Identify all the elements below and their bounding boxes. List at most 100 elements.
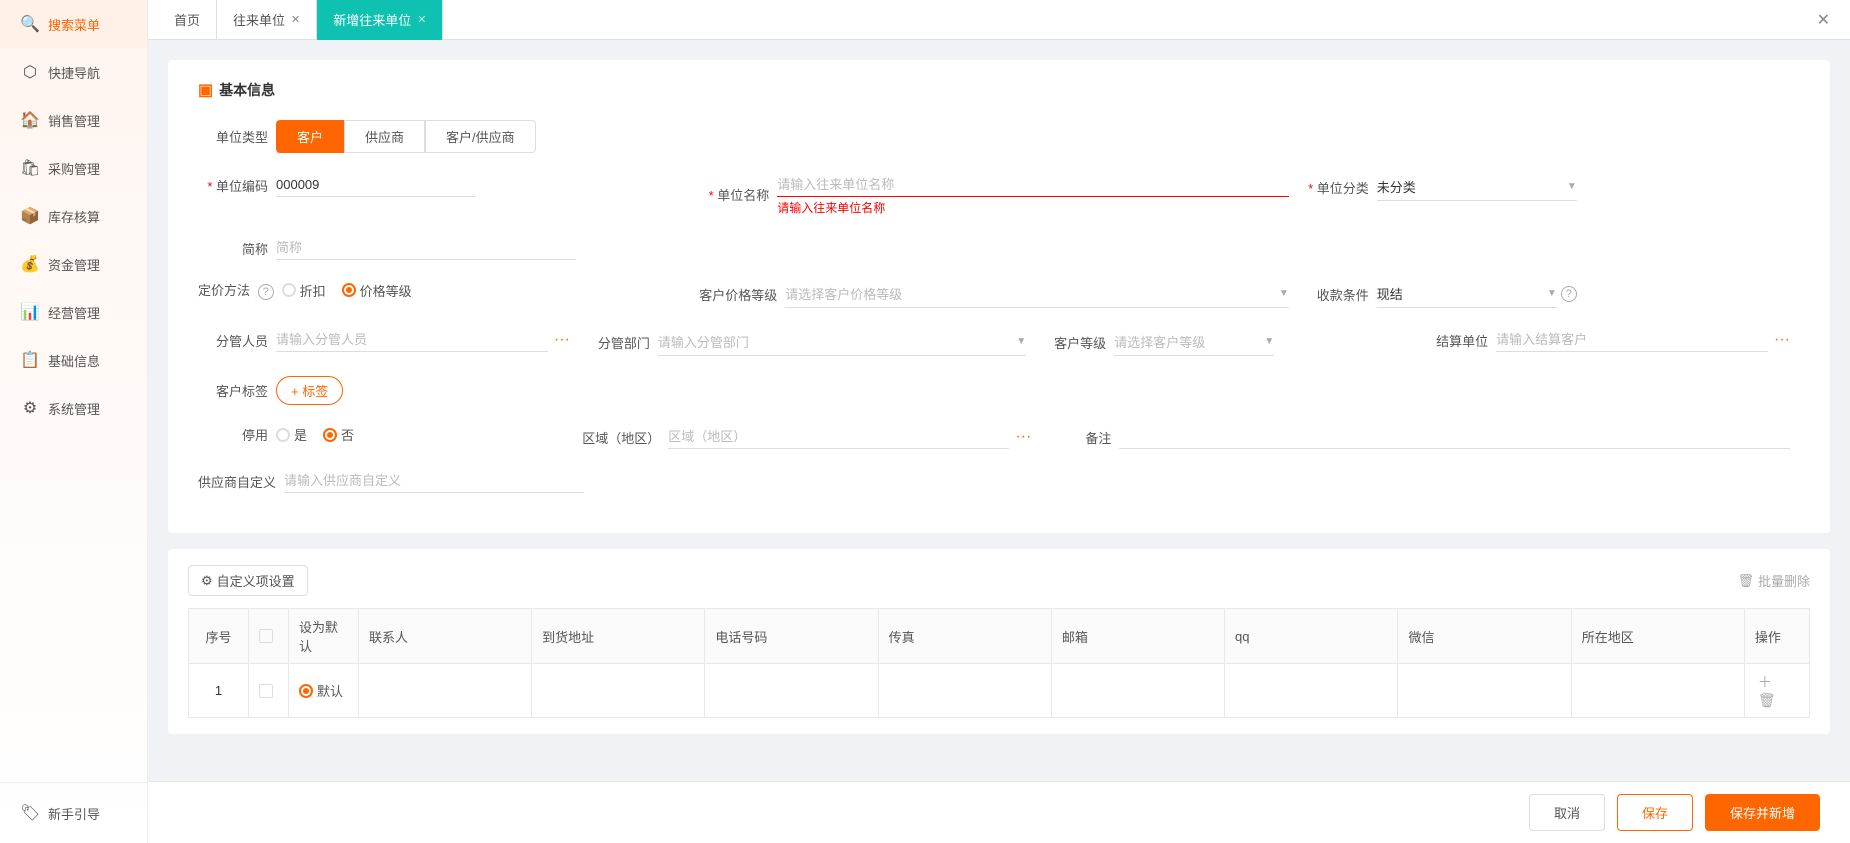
unit-code-input[interactable]	[276, 173, 476, 197]
row-checkbox[interactable]	[259, 684, 273, 698]
type-btn-both[interactable]: 客户/供应商	[425, 120, 536, 153]
settlement-unit-input[interactable]	[1496, 328, 1768, 352]
tab-partners[interactable]: 往来单位 ✕	[217, 0, 317, 40]
address-input[interactable]	[542, 683, 694, 698]
wechat-input[interactable]	[1408, 683, 1560, 698]
system-icon: ⚙	[20, 398, 40, 418]
cell-address[interactable]	[532, 664, 705, 718]
tab-home[interactable]: 首页	[158, 0, 217, 40]
row-default-radio[interactable]: 默认	[299, 681, 348, 700]
gear-icon: ⚙	[201, 573, 213, 589]
supplier-custom-input[interactable]	[284, 469, 584, 493]
remark-field: 备注	[1041, 425, 1790, 449]
cell-area[interactable]	[1571, 664, 1744, 718]
manager-label: 分管人员	[198, 331, 268, 350]
delete-row-btn[interactable]: 🗑	[1758, 692, 1776, 708]
sidebar-item-basic[interactable]: 📋 基础信息	[0, 336, 147, 384]
abbr-input[interactable]	[276, 236, 576, 260]
pricing-price-level[interactable]: 价格等级	[342, 281, 412, 300]
manager-row: 分管人员 ··· 分管部门 请输入分管部门 ▼ 客户等级 请选择客户等级 ▼	[198, 328, 1800, 356]
col-email: 邮箱	[1051, 609, 1224, 664]
cancel-button[interactable]: 取消	[1529, 794, 1605, 831]
add-row-btn[interactable]: ＋	[1758, 674, 1772, 690]
pricing-help-icon[interactable]: ?	[258, 284, 274, 300]
cell-contact[interactable]	[358, 664, 531, 718]
dept-label: 分管部门	[580, 333, 650, 352]
contact-table-section: ⚙ 自定义项设置 🗑 批量删除 序号 设为默认 联系人	[168, 549, 1830, 734]
pricing-radio-group: 折扣 价格等级	[282, 281, 412, 300]
pricing-discount[interactable]: 折扣	[282, 281, 326, 300]
tab-new-partner[interactable]: 新增往来单位 ✕	[317, 0, 443, 40]
disabled-label: 停用	[198, 425, 268, 444]
remark-input[interactable]	[1119, 425, 1790, 449]
customer-price-level-select[interactable]: 请选择客户价格等级 ▼	[785, 280, 1288, 308]
sidebar-item-system[interactable]: ⚙ 系统管理	[0, 384, 147, 432]
section-icon: ▣	[198, 80, 213, 100]
unit-name-input[interactable]	[777, 173, 1289, 197]
type-btn-supplier[interactable]: 供应商	[344, 120, 425, 153]
pricing-discount-radio[interactable]	[282, 283, 296, 297]
sidebar-item-quicknav[interactable]: ⬡ 快捷导航	[0, 48, 147, 96]
close-all-tabs[interactable]: ✕	[1807, 10, 1840, 30]
contact-input[interactable]	[369, 683, 521, 698]
cell-seq: 1	[189, 664, 249, 718]
sidebar-item-guide[interactable]: 🏷 新手引导	[0, 793, 147, 833]
table-row: 1 默认	[189, 664, 1810, 718]
dept-select[interactable]: 请输入分管部门 ▼	[658, 328, 1026, 356]
phone-input[interactable]	[715, 683, 867, 698]
unit-type-field: 单位类型 客户 供应商 客户/供应商	[198, 120, 1790, 153]
save-button[interactable]: 保存	[1617, 794, 1693, 831]
customer-level-arrow: ▼	[1264, 336, 1274, 347]
main-area: 首页 往来单位 ✕ 新增往来单位 ✕ ✕ ▣ 基本信息 单位类型 客户	[148, 0, 1850, 843]
cell-wechat[interactable]	[1398, 664, 1571, 718]
unit-category-field: 单位分类 未分类 ▼	[1299, 173, 1790, 201]
region-input[interactable]	[668, 425, 1009, 449]
area-input[interactable]	[1582, 683, 1734, 698]
type-btn-customer[interactable]: 客户	[276, 120, 344, 153]
select-all-checkbox[interactable]	[259, 629, 273, 643]
disabled-yes-radio[interactable]	[276, 428, 290, 442]
disabled-no-radio[interactable]	[323, 428, 337, 442]
sidebar-item-sales[interactable]: 🏠 销售管理	[0, 96, 147, 144]
region-field: 区域（地区） ···	[582, 425, 1031, 449]
col-phone: 电话号码	[705, 609, 878, 664]
sidebar-item-operations[interactable]: 📊 经营管理	[0, 288, 147, 336]
cell-checkbox	[249, 664, 289, 718]
cell-qq[interactable]	[1225, 664, 1398, 718]
settlement-unit-more-btn[interactable]: ···	[1774, 331, 1790, 349]
pricing-price-level-radio[interactable]	[342, 283, 356, 297]
batch-delete-btn[interactable]: 🗑 批量删除	[1737, 571, 1810, 590]
sidebar-item-stock[interactable]: 📦 库存核算	[0, 192, 147, 240]
dept-placeholder: 请输入分管部门	[658, 332, 1016, 351]
qq-input[interactable]	[1235, 683, 1387, 698]
sidebar-item-search[interactable]: 🔍 搜索菜单	[0, 0, 147, 48]
fax-input[interactable]	[889, 683, 1041, 698]
email-input[interactable]	[1062, 683, 1214, 698]
close-new-partner-tab[interactable]: ✕	[417, 13, 426, 26]
cell-email[interactable]	[1051, 664, 1224, 718]
abbr-label: 简称	[198, 239, 268, 258]
sidebar-item-finance[interactable]: 💰 资金管理	[0, 240, 147, 288]
sidebar-item-purchase[interactable]: 🛍 采购管理	[0, 144, 147, 192]
manager-input[interactable]	[276, 328, 548, 352]
pricing-row: 定价方法 ? 折扣 价格等级 客户	[198, 280, 1800, 308]
customer-level-select[interactable]: 请选择客户等级 ▼	[1114, 328, 1274, 356]
default-radio-circle[interactable]	[299, 684, 313, 698]
disabled-no[interactable]: 否	[323, 425, 354, 444]
save-add-button[interactable]: 保存并新增	[1705, 794, 1820, 831]
unit-type-label: 单位类型	[198, 127, 268, 146]
cell-phone[interactable]	[705, 664, 878, 718]
col-fax: 传真	[878, 609, 1051, 664]
col-checkbox	[249, 609, 289, 664]
manager-more-btn[interactable]: ···	[554, 331, 570, 349]
disabled-yes[interactable]: 是	[276, 425, 307, 444]
close-partners-tab[interactable]: ✕	[291, 13, 300, 26]
region-more-btn[interactable]: ···	[1015, 428, 1031, 446]
payment-terms-help-icon[interactable]: ?	[1561, 286, 1577, 302]
add-tag-btn[interactable]: + 标签	[276, 376, 343, 405]
cell-fax[interactable]	[878, 664, 1051, 718]
unit-category-select[interactable]: 未分类 ▼	[1377, 173, 1577, 201]
table-header-row: 序号 设为默认 联系人 到货地址 电话号码 传真 邮箱 qq 微信 所在地区	[189, 609, 1810, 664]
custom-settings-btn[interactable]: ⚙ 自定义项设置	[188, 565, 308, 596]
payment-terms-select[interactable]: 现结 ▼	[1377, 280, 1557, 308]
